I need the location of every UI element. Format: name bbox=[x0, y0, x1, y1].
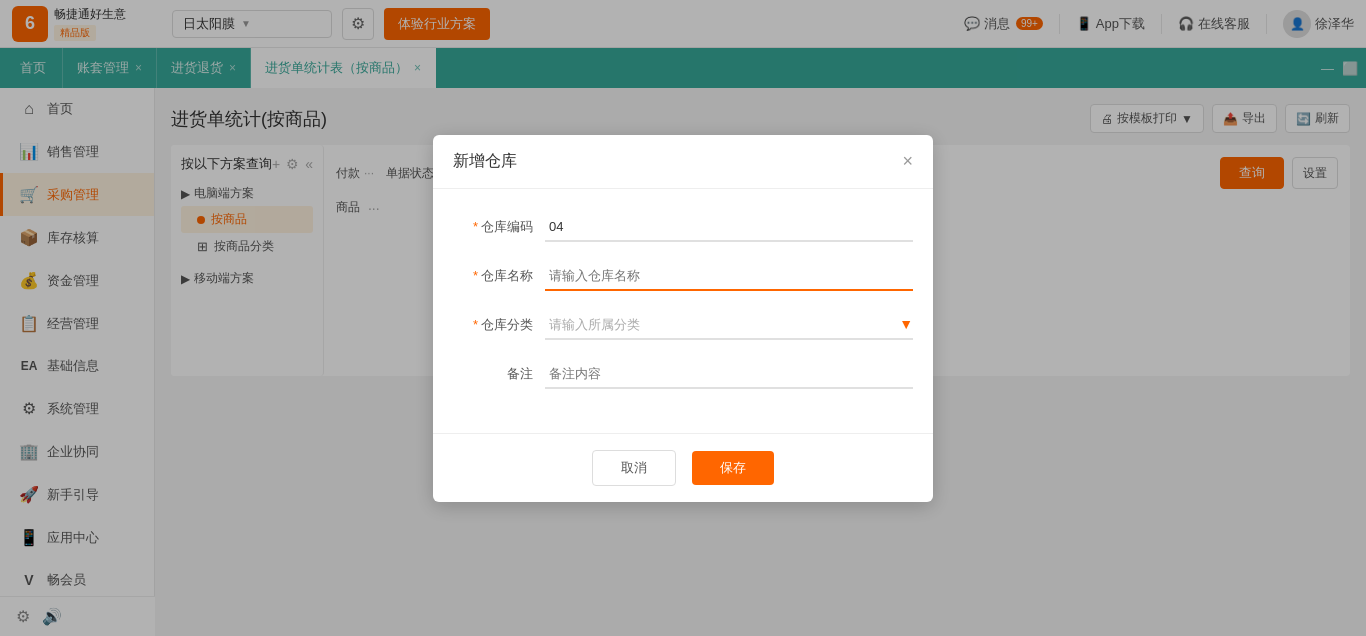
modal-body: 仓库编码 仓库名称 仓库分类 请输入所属分类 ▼ 备注 bbox=[433, 189, 933, 433]
new-warehouse-modal: 新增仓库 × 仓库编码 仓库名称 仓库分类 请输入所属分类 bbox=[433, 135, 933, 502]
name-label: 仓库名称 bbox=[453, 267, 533, 285]
code-input[interactable] bbox=[545, 213, 913, 242]
modal-footer: 取消 保存 bbox=[433, 433, 933, 502]
category-label: 仓库分类 bbox=[453, 316, 533, 334]
category-select-wrap: 请输入所属分类 ▼ bbox=[545, 311, 913, 340]
modal-header: 新增仓库 × bbox=[433, 135, 933, 189]
modal-title: 新增仓库 bbox=[453, 151, 517, 172]
name-input[interactable] bbox=[545, 262, 913, 291]
category-dropdown-arrow: ▼ bbox=[899, 316, 913, 332]
code-field-row: 仓库编码 bbox=[453, 213, 913, 242]
modal-close-button[interactable]: × bbox=[902, 152, 913, 170]
modal-overlay[interactable]: 新增仓库 × 仓库编码 仓库名称 仓库分类 请输入所属分类 bbox=[0, 0, 1366, 636]
note-input[interactable] bbox=[545, 360, 913, 389]
category-field-row: 仓库分类 请输入所属分类 ▼ bbox=[453, 311, 913, 340]
save-button[interactable]: 保存 bbox=[692, 451, 774, 485]
note-label: 备注 bbox=[453, 365, 533, 383]
cancel-button[interactable]: 取消 bbox=[592, 450, 676, 486]
name-field-row: 仓库名称 bbox=[453, 262, 913, 291]
category-select[interactable]: 请输入所属分类 bbox=[545, 311, 899, 338]
code-label: 仓库编码 bbox=[453, 218, 533, 236]
note-field-row: 备注 bbox=[453, 360, 913, 389]
